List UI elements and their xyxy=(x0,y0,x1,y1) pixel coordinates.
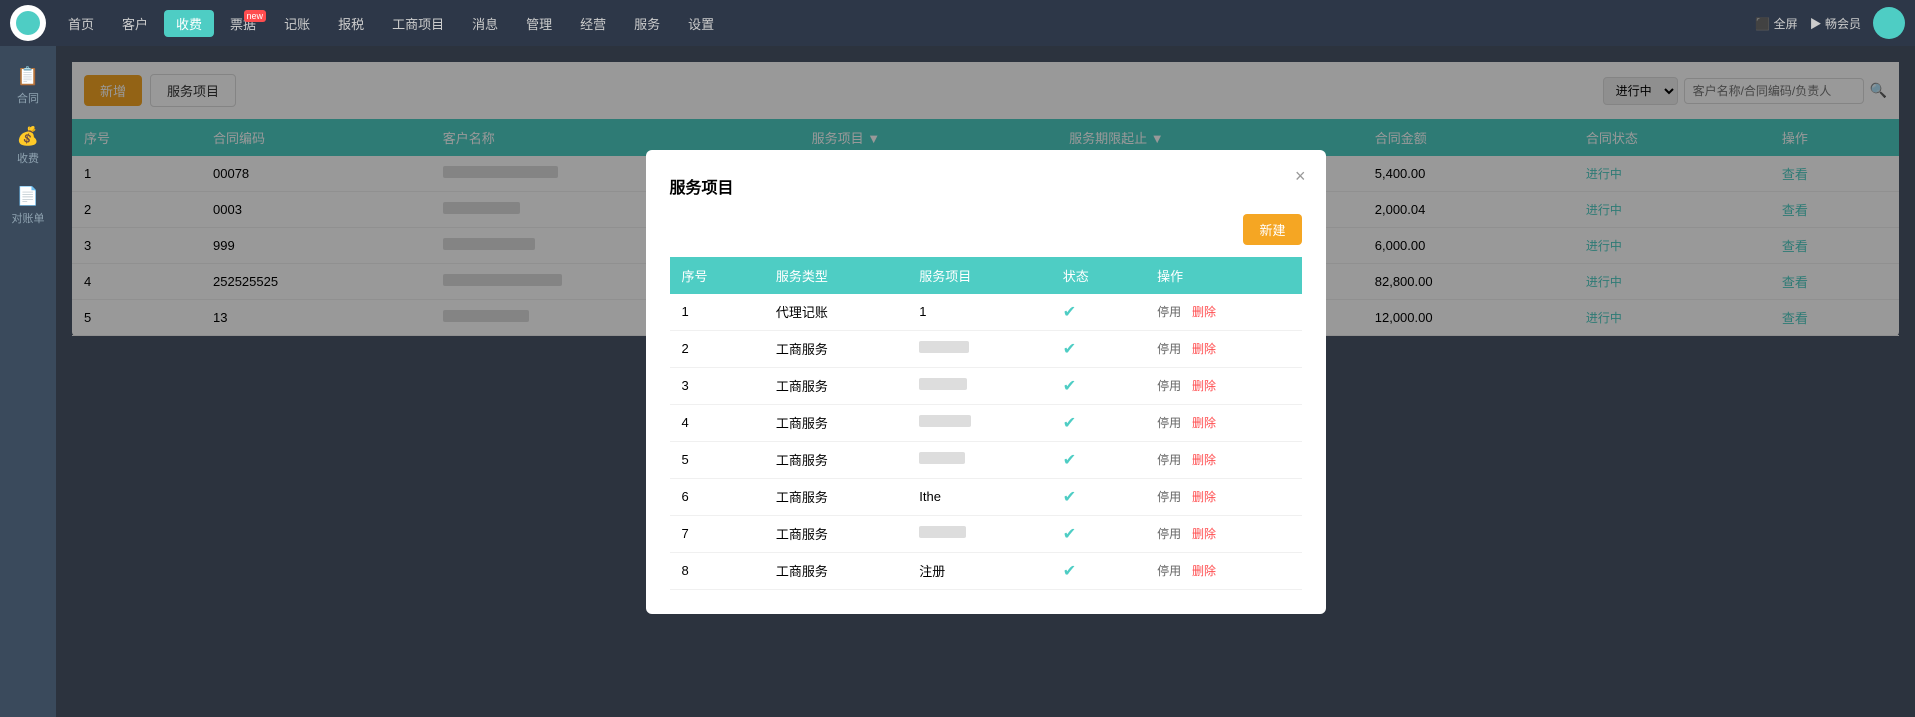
sidebar-item-合同[interactable]: 📋 合同 xyxy=(0,56,56,116)
modal-table-row: 6工商服务Ithe✔停用 删除 xyxy=(670,478,1302,515)
nav-item-票据[interactable]: 票据new xyxy=(218,10,268,37)
nav-item-经营[interactable]: 经营 xyxy=(568,10,618,37)
modal-table-cell: 2 xyxy=(670,330,764,367)
modal-table-cell: 工商服务 xyxy=(764,478,907,515)
modal-table-cell: ✔ xyxy=(1051,367,1145,404)
modal-table-cell[interactable]: 停用 删除 xyxy=(1145,478,1301,515)
modal-table-cell: 工商服务 xyxy=(764,441,907,478)
nav-right: ⬛ 全屏 ▶ 畅会员 xyxy=(1755,7,1905,39)
modal-toolbar: 新建 xyxy=(670,214,1302,245)
nav-item-消息[interactable]: 消息 xyxy=(460,10,510,37)
modal-table-cell[interactable]: 停用 删除 xyxy=(1145,294,1301,331)
modal-table-cell xyxy=(907,330,1050,367)
modal-table-row: 4工商服务 ✔停用 删除 xyxy=(670,404,1302,441)
modal-table-cell: 工商服务 xyxy=(764,330,907,367)
modal-col-header: 服务类型 xyxy=(764,257,907,294)
nav-item-服务[interactable]: 服务 xyxy=(622,10,672,37)
modal-table-cell: 1 xyxy=(670,294,764,331)
modal-table-cell: 工商服务 xyxy=(764,515,907,552)
nav-item-记账[interactable]: 记账 xyxy=(272,10,322,37)
modal-col-header: 序号 xyxy=(670,257,764,294)
main-content: 新增 服务项目 进行中已完成已取消 🔍 序号合同编码客户名称服务项目 ▼服务期限… xyxy=(56,46,1915,717)
modal-col-header: 操作 xyxy=(1145,257,1301,294)
sidebar-icon: 📋 xyxy=(17,66,39,87)
modal-table-cell[interactable]: 停用 删除 xyxy=(1145,515,1301,552)
modal-dialog: 服务项目 × 新建 序号服务类型服务项目状态操作 1代理记账1✔停用 删除2工商… xyxy=(646,150,1326,614)
modal-table-cell: 5 xyxy=(670,441,764,478)
modal-table-cell: ✔ xyxy=(1051,552,1145,589)
modal-table-cell xyxy=(907,515,1050,552)
modal-table-cell: 6 xyxy=(670,478,764,515)
modal-table-cell: ✔ xyxy=(1051,441,1145,478)
logo xyxy=(10,5,46,41)
modal-table-cell: 工商服务 xyxy=(764,552,907,589)
sidebar-label: 收费 xyxy=(17,150,39,166)
nav-item-首页[interactable]: 首页 xyxy=(56,10,106,37)
top-nav: 首页客户收费票据new记账报税工商项目消息管理经营服务设置 ⬛ 全屏 ▶ 畅会员 xyxy=(0,0,1915,46)
modal-table-cell[interactable]: 停用 删除 xyxy=(1145,330,1301,367)
modal-overlay: 服务项目 × 新建 序号服务类型服务项目状态操作 1代理记账1✔停用 删除2工商… xyxy=(56,46,1915,717)
modal-new-button[interactable]: 新建 xyxy=(1243,214,1301,245)
modal-table-cell xyxy=(907,441,1050,478)
modal-table-row: 8工商服务注册✔停用 删除 xyxy=(670,552,1302,589)
nav-item-管理[interactable]: 管理 xyxy=(514,10,564,37)
modal-col-header: 状态 xyxy=(1051,257,1145,294)
sidebar-icon: 💰 xyxy=(17,126,39,147)
sidebar-item-对账单[interactable]: 📄 对账单 xyxy=(0,176,56,236)
nav-item-工商项目[interactable]: 工商项目 xyxy=(380,10,456,37)
nav-item-收费[interactable]: 收费 xyxy=(164,10,214,37)
nav-item-设置[interactable]: 设置 xyxy=(676,10,726,37)
modal-close-button[interactable]: × xyxy=(1295,166,1306,187)
modal-table-cell: 工商服务 xyxy=(764,367,907,404)
modal-table-cell: ✔ xyxy=(1051,404,1145,441)
modal-table-cell: 7 xyxy=(670,515,764,552)
modal-table-row: 7工商服务 ✔停用 删除 xyxy=(670,515,1302,552)
modal-table-cell: 工商服务 xyxy=(764,404,907,441)
modal-table-cell[interactable]: 停用 删除 xyxy=(1145,404,1301,441)
modal-table-cell: 代理记账 xyxy=(764,294,907,331)
sidebar-label: 对账单 xyxy=(12,210,45,226)
modal-table-cell: ✔ xyxy=(1051,515,1145,552)
fullscreen-btn[interactable]: ⬛ 全屏 xyxy=(1755,15,1797,32)
modal-table: 序号服务类型服务项目状态操作 1代理记账1✔停用 删除2工商服务 ✔停用 删除3… xyxy=(670,257,1302,590)
modal-table-cell: 1 xyxy=(907,294,1050,331)
nav-item-客户[interactable]: 客户 xyxy=(110,10,160,37)
modal-table-cell: Ithe xyxy=(907,478,1050,515)
nav-item-报税[interactable]: 报税 xyxy=(326,10,376,37)
modal-table-cell: ✔ xyxy=(1051,330,1145,367)
modal-table-cell[interactable]: 停用 删除 xyxy=(1145,552,1301,589)
sidebar: 📋 合同 💰 收费 📄 对账单 xyxy=(0,46,56,717)
modal-table-row: 1代理记账1✔停用 删除 xyxy=(670,294,1302,331)
modal-table-cell: 注册 xyxy=(907,552,1050,589)
modal-table-cell: 8 xyxy=(670,552,764,589)
modal-table-cell: 3 xyxy=(670,367,764,404)
modal-table-cell[interactable]: 停用 删除 xyxy=(1145,441,1301,478)
sidebar-item-收费[interactable]: 💰 收费 xyxy=(0,116,56,176)
modal-table-row: 2工商服务 ✔停用 删除 xyxy=(670,330,1302,367)
member-btn[interactable]: ▶ 畅会员 xyxy=(1810,15,1861,32)
modal-table-cell xyxy=(907,367,1050,404)
avatar[interactable] xyxy=(1873,7,1905,39)
sidebar-label: 合同 xyxy=(17,90,39,106)
modal-table-cell[interactable]: 停用 删除 xyxy=(1145,367,1301,404)
modal-table-row: 5工商服务 ✔停用 删除 xyxy=(670,441,1302,478)
nav-items: 首页客户收费票据new记账报税工商项目消息管理经营服务设置 xyxy=(56,10,1755,37)
modal-table-cell xyxy=(907,404,1050,441)
modal-col-header: 服务项目 xyxy=(907,257,1050,294)
modal-table-cell: 4 xyxy=(670,404,764,441)
sidebar-icon: 📄 xyxy=(17,186,39,207)
modal-table-cell: ✔ xyxy=(1051,478,1145,515)
modal-title: 服务项目 xyxy=(670,174,1302,198)
modal-table-row: 3工商服务 ✔停用 删除 xyxy=(670,367,1302,404)
logo-icon xyxy=(16,11,40,35)
modal-table-cell: ✔ xyxy=(1051,294,1145,331)
modal-table-wrap: 序号服务类型服务项目状态操作 1代理记账1✔停用 删除2工商服务 ✔停用 删除3… xyxy=(670,257,1302,590)
